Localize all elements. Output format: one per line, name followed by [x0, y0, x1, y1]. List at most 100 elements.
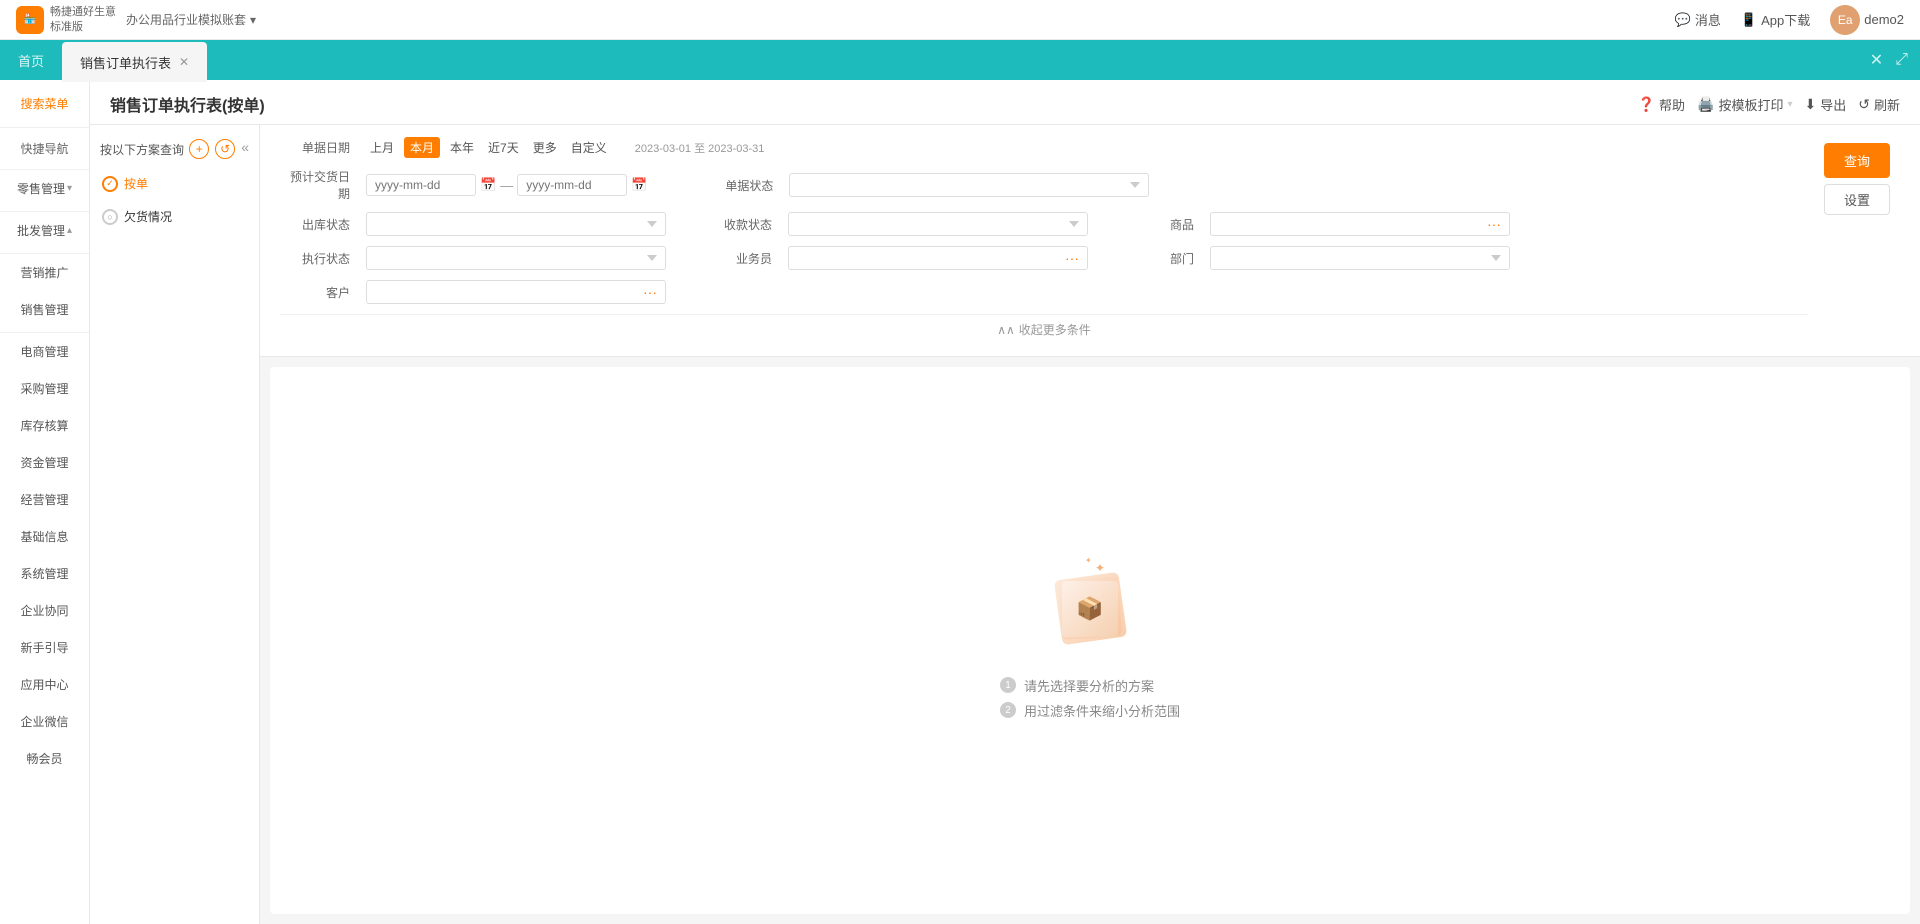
sidebar-wholesale-section: 批发管理 ▴: [0, 212, 89, 254]
page-title: 销售订单执行表(按单): [110, 92, 265, 116]
sidebar-item-wechat[interactable]: 企业微信: [0, 703, 89, 740]
salesperson-label: 业务员: [702, 250, 772, 267]
breadcrumb-arrow-icon: ▾: [250, 13, 256, 27]
sidebar-quick-nav-label[interactable]: 快捷导航: [0, 136, 89, 161]
logo-area: 🏪 畅捷通好生意 标准版: [16, 5, 116, 34]
sidebar-search[interactable]: 搜索菜单: [0, 80, 89, 128]
payment-status-select[interactable]: [788, 212, 1088, 236]
customer-control[interactable]: ···: [366, 280, 666, 304]
sidebar-item-basic[interactable]: 基础信息: [0, 518, 89, 555]
sidebar-item-marketing[interactable]: 营销推广: [0, 254, 89, 291]
window-controls: ✕ ⤢: [1870, 50, 1920, 70]
empty-hint-1: 1 请先选择要分析的方案: [1000, 676, 1180, 695]
exec-status-select[interactable]: [366, 246, 666, 270]
message-button[interactable]: 💬 消息: [1675, 10, 1721, 29]
scheme-item-by-order[interactable]: ✓ 按单: [90, 167, 259, 200]
tab-sales-order[interactable]: 销售订单执行表 ✕: [62, 42, 207, 82]
sidebar-item-retail[interactable]: 零售管理 ▾: [0, 170, 89, 207]
delivery-status-control: [366, 212, 666, 236]
app-download-button[interactable]: 📱 App下载: [1741, 10, 1810, 29]
tab-close-icon[interactable]: ✕: [179, 55, 189, 69]
sidebar-item-appcenter[interactable]: 应用中心: [0, 666, 89, 703]
tab-home[interactable]: 首页: [0, 40, 62, 80]
delivery-status-select[interactable]: [366, 212, 666, 236]
filter-row-status: 出库状态 收款状态: [280, 212, 1808, 236]
goods-input[interactable]: [1219, 217, 1483, 231]
expected-date-label: 预计交货日期: [280, 168, 350, 202]
sidebar-marketing-section: 营销推广 销售管理: [0, 254, 89, 333]
query-button[interactable]: 查询: [1824, 143, 1890, 178]
export-icon: ⬇: [1805, 96, 1817, 113]
dept-control: [1210, 246, 1510, 270]
customer-more-icon[interactable]: ···: [643, 284, 657, 300]
top-bar-right: 💬 消息 📱 App下载 Ea demo2: [1675, 5, 1904, 35]
exec-status-control: [366, 246, 666, 270]
settings-button[interactable]: 设置: [1824, 184, 1890, 215]
filter-row-date: 单据日期 上月 本月 本年 近7天 更多 自定义: [280, 137, 1808, 158]
date-shortcut-custom[interactable]: 自定义: [567, 137, 611, 158]
date-shortcut-more[interactable]: 更多: [529, 137, 561, 158]
doc-status-control: [789, 173, 1149, 197]
print-chevron-icon: ▾: [1787, 99, 1792, 110]
sidebar-item-member[interactable]: 畅会员: [0, 740, 89, 777]
customer-label: 客户: [280, 284, 350, 301]
content-area: 销售订单执行表(按单) ❓ 帮助 🖨️ 按模板打印 ▾ ⬇ 导出: [90, 80, 1920, 924]
goods-control[interactable]: ···: [1210, 212, 1510, 236]
print-icon: 🖨️: [1697, 96, 1714, 113]
expected-date-end-input[interactable]: [517, 174, 627, 196]
customer-input[interactable]: [375, 285, 639, 299]
collapse-bar[interactable]: ∧∧ 收起更多条件: [280, 314, 1808, 344]
refresh-icon: ↺: [1858, 96, 1870, 113]
scheme-panel-actions: + ↺ «: [189, 139, 249, 159]
main-area: 搜索菜单 快捷导航 零售管理 ▾ 批发管理 ▴ 营销推广: [0, 80, 1920, 924]
date-shortcut-last-month[interactable]: 上月: [366, 137, 398, 158]
sidebar-item-finance[interactable]: 资金管理: [0, 444, 89, 481]
date-shortcut-this-year[interactable]: 本年: [446, 137, 478, 158]
scheme-refresh-button[interactable]: ↺: [215, 139, 235, 159]
salesperson-control[interactable]: ···: [788, 246, 1088, 270]
page-header-actions: ❓ 帮助 🖨️ 按模板打印 ▾ ⬇ 导出 ↺ 刷新: [1638, 95, 1900, 114]
sidebar-item-sales[interactable]: 销售管理: [0, 291, 89, 328]
expected-date-start-input[interactable]: [366, 174, 476, 196]
user-profile[interactable]: Ea demo2: [1830, 5, 1904, 35]
sidebar-item-cooperation[interactable]: 企业协同: [0, 592, 89, 629]
search-menu-button[interactable]: 搜索菜单: [8, 90, 81, 117]
sidebar-item-ecommerce[interactable]: 电商管理: [0, 333, 89, 370]
doc-status-select[interactable]: [789, 173, 1149, 197]
print-button[interactable]: 🖨️ 按模板打印 ▾: [1697, 95, 1792, 114]
sidebar-item-newuser[interactable]: 新手引导: [0, 629, 89, 666]
help-button[interactable]: ❓ 帮助: [1638, 95, 1685, 114]
logo-icon: 🏪: [16, 6, 44, 34]
date-shortcut-7days[interactable]: 近7天: [484, 137, 523, 158]
salesperson-more-icon[interactable]: ···: [1065, 250, 1079, 266]
filter-row-exec: 执行状态 业务员 ···: [280, 246, 1808, 270]
dept-select[interactable]: [1210, 246, 1510, 270]
scheme-collapse-button[interactable]: «: [241, 139, 249, 159]
scheme-add-button[interactable]: +: [189, 139, 209, 159]
export-button[interactable]: ⬇ 导出: [1805, 95, 1847, 114]
sidebar-item-operation[interactable]: 经营管理: [0, 481, 89, 518]
sidebar-item-purchase[interactable]: 采购管理: [0, 370, 89, 407]
calendar-end-icon: 📅: [631, 177, 647, 193]
refresh-button[interactable]: ↺ 刷新: [1858, 95, 1900, 114]
quick-nav[interactable]: 快捷导航: [0, 128, 89, 170]
message-icon: 💬: [1675, 12, 1691, 28]
chevron-up-icon: ▴: [67, 225, 72, 236]
salesperson-input[interactable]: [797, 251, 1061, 265]
help-icon: ❓: [1638, 96, 1655, 113]
goods-more-icon[interactable]: ···: [1487, 216, 1501, 232]
logo-text: 畅捷通好生意 标准版: [50, 5, 116, 34]
delivery-status-label: 出库状态: [280, 216, 350, 233]
scheme-item-debt[interactable]: ○ 欠货情况: [90, 200, 259, 233]
sidebar-item-inventory[interactable]: 库存核算: [0, 407, 89, 444]
exec-status-label: 执行状态: [280, 250, 350, 267]
date-shortcut-this-month[interactable]: 本月: [404, 137, 440, 158]
sidebar-item-system[interactable]: 系统管理: [0, 555, 89, 592]
sidebar-item-wholesale[interactable]: 批发管理 ▴: [0, 212, 89, 249]
filter-row-customer: 客户 ···: [280, 280, 1808, 304]
window-maximize-icon[interactable]: ⤢: [1895, 51, 1908, 69]
tab-bar: 首页 销售订单执行表 ✕ ✕ ⤢: [0, 40, 1920, 80]
window-close-icon[interactable]: ✕: [1870, 50, 1883, 70]
payment-status-control: [788, 212, 1088, 236]
breadcrumb[interactable]: 办公用品行业模拟账套 ▾: [126, 11, 256, 28]
